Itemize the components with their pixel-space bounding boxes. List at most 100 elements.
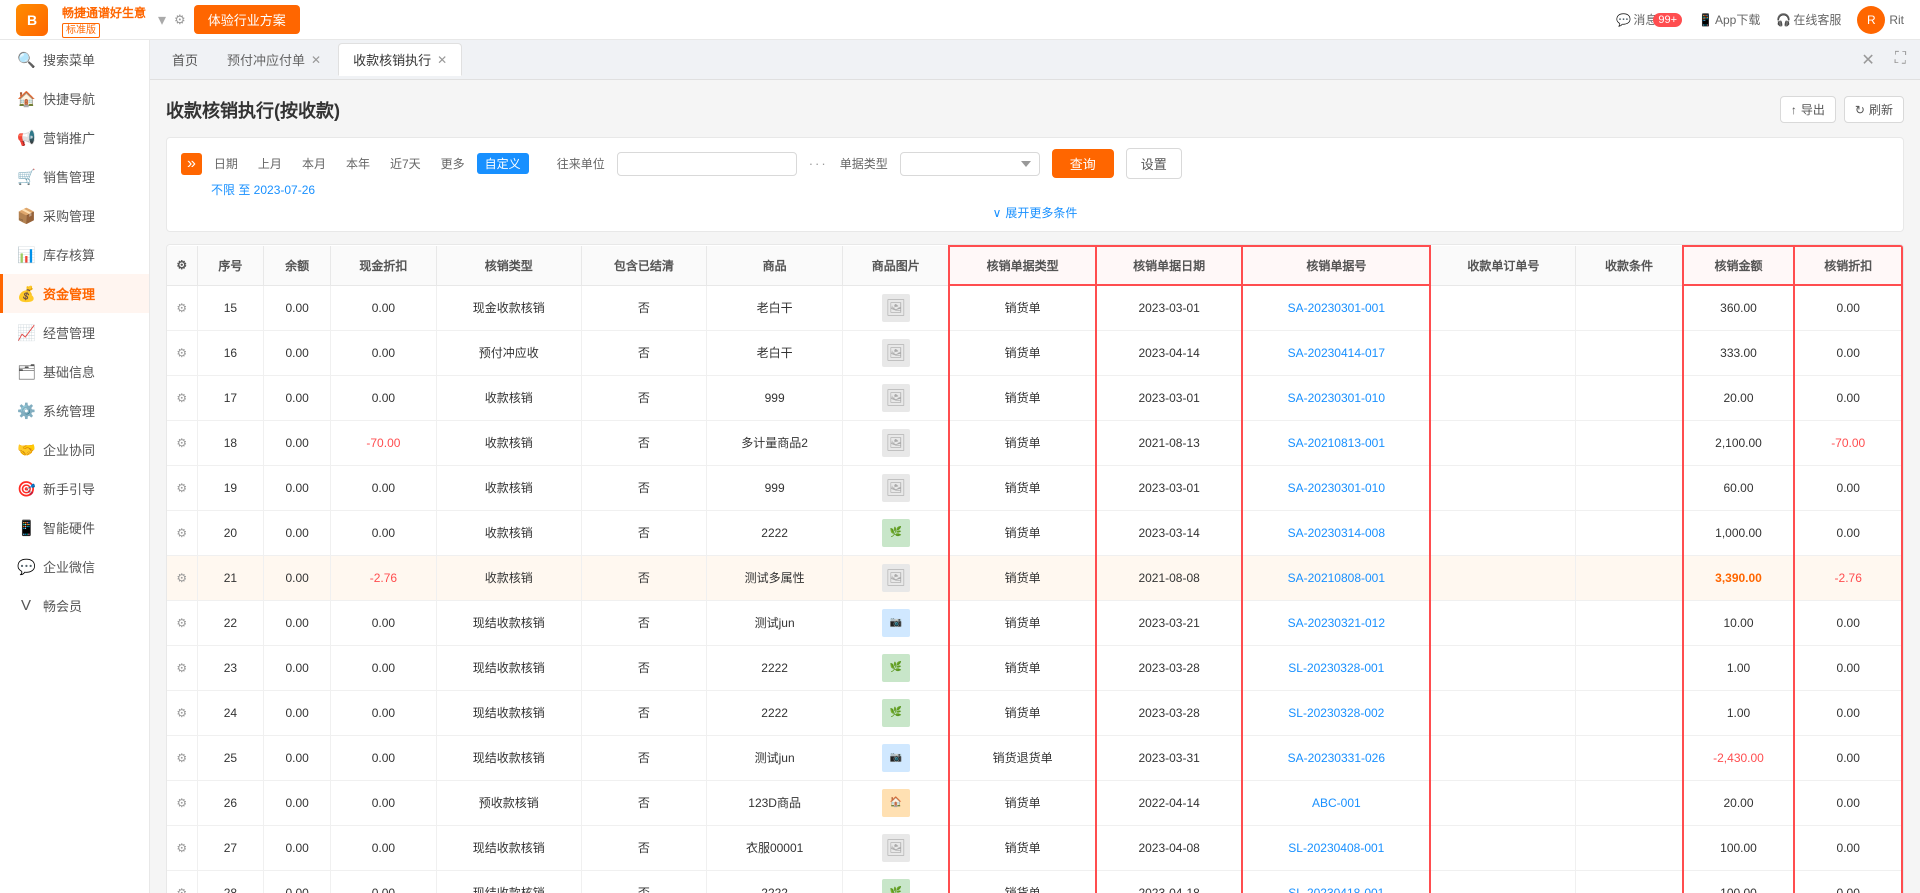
doc-no-link[interactable]: SL-20230418-001 <box>1288 886 1384 893</box>
sidebar-item-search[interactable]: 🔍搜索菜单 <box>0 40 149 79</box>
avatar: R <box>1857 6 1885 34</box>
doc-no-link[interactable]: SL-20230328-002 <box>1288 706 1384 720</box>
industry-btn[interactable]: 体验行业方案 <box>194 5 300 34</box>
td-write-off-discount: 0.00 <box>1794 465 1902 510</box>
row-gear-icon[interactable]: ⚙ <box>176 481 187 495</box>
product-image-green: 🌿 <box>882 654 910 682</box>
app-download-label: App下载 <box>1715 11 1760 28</box>
expand-conditions-btn[interactable]: ∨ 展开更多条件 <box>993 204 1078 221</box>
doc-no-link[interactable]: SA-20230331-026 <box>1288 751 1385 765</box>
row-gear-icon[interactable]: ⚙ <box>176 796 187 810</box>
row-gear-icon[interactable]: ⚙ <box>176 526 187 540</box>
td-write-off-doc-type: 销货单 <box>949 285 1096 330</box>
tab-receivable-close[interactable]: ✕ <box>437 53 447 67</box>
date-btn-more[interactable]: 更多 <box>433 153 473 174</box>
tab-expand-icon[interactable]: ⛶ <box>1889 48 1912 72</box>
td-write-off-type: 收款核销 <box>436 465 581 510</box>
td-product-image: 🌿 <box>843 690 950 735</box>
sidebar-item-basic-info[interactable]: 🗂基础信息 <box>0 352 149 391</box>
doc-no-link[interactable]: SL-20230328-001 <box>1288 661 1384 675</box>
table-row: ⚙ 25 0.00 0.00 现结收款核销 否 测试jun 📷 销货退货单 20… <box>167 735 1902 780</box>
sidebar-item-quick-nav[interactable]: 🏠快捷导航 <box>0 79 149 118</box>
td-num: 15 <box>197 285 264 330</box>
sidebar-item-finance[interactable]: 💰资金管理 <box>0 274 149 313</box>
tab-close-all-icon[interactable]: ✕ <box>1855 48 1880 72</box>
date-btn-last-month[interactable]: 上月 <box>250 153 290 174</box>
sidebar-item-label-member: 畅会员 <box>43 596 82 615</box>
doc-no-link[interactable]: SA-20230414-017 <box>1288 346 1385 360</box>
doc-type-select[interactable] <box>900 152 1040 176</box>
sidebar-item-member[interactable]: V畅会员 <box>0 586 149 625</box>
date-btn-7days[interactable]: 近7天 <box>382 153 429 174</box>
td-write-off-type: 现金收款核销 <box>436 285 581 330</box>
sidebar-item-guide[interactable]: 🎯新手引导 <box>0 469 149 508</box>
doc-no-link[interactable]: SA-20230314-008 <box>1288 526 1385 540</box>
purchase-icon: 📦 <box>17 207 35 225</box>
tab-receivable[interactable]: 收款核销执行 ✕ <box>338 43 462 76</box>
td-write-off-amount: 60.00 <box>1683 465 1795 510</box>
app-logo-icon: B <box>16 4 48 36</box>
doc-no-link[interactable]: SA-20230301-001 <box>1288 301 1385 315</box>
table-header-row: ⚙ 序号 余额 现金折扣 核销类型 包含已结清 商品 商品图片 核销单据类型 核… <box>167 246 1902 285</box>
td-write-off-discount: 0.00 <box>1794 645 1902 690</box>
product-image-placeholder: 🖼 <box>882 339 910 367</box>
td-settings: ⚙ <box>167 825 197 870</box>
td-num: 22 <box>197 600 264 645</box>
td-receipt-order-no <box>1430 510 1576 555</box>
sidebar-item-marketing[interactable]: 📢营销推广 <box>0 118 149 157</box>
counterparty-input[interactable] <box>617 152 797 176</box>
td-receipt-condition <box>1576 825 1683 870</box>
sidebar-item-hardware[interactable]: 📱智能硬件 <box>0 508 149 547</box>
sidebar-item-wechat[interactable]: 💬企业微信 <box>0 547 149 586</box>
td-write-off-doc-type: 销货单 <box>949 645 1096 690</box>
row-gear-icon[interactable]: ⚙ <box>176 661 187 675</box>
doc-no-link[interactable]: SL-20230408-001 <box>1288 841 1384 855</box>
date-btn-this-month[interactable]: 本月 <box>294 153 334 174</box>
td-write-off-doc-no: SA-20210813-001 <box>1242 420 1430 465</box>
user-avatar[interactable]: R Rit <box>1857 6 1904 34</box>
td-write-off-doc-type: 销货单 <box>949 420 1096 465</box>
doc-no-link[interactable]: SA-20210808-001 <box>1288 571 1385 585</box>
settings-button[interactable]: 设置 <box>1126 148 1182 179</box>
row-gear-icon[interactable]: ⚙ <box>176 706 187 720</box>
doc-no-link[interactable]: SA-20230301-010 <box>1288 391 1385 405</box>
sidebar-item-system[interactable]: ⚙️系统管理 <box>0 391 149 430</box>
td-settings: ⚙ <box>167 690 197 735</box>
row-gear-icon[interactable]: ⚙ <box>176 436 187 450</box>
app-download-area[interactable]: 📱 App下载 <box>1698 11 1760 28</box>
filter-dots[interactable]: ··· <box>809 156 828 171</box>
sidebar-item-purchase[interactable]: 📦采购管理 <box>0 196 149 235</box>
doc-no-link[interactable]: SA-20230301-010 <box>1288 481 1385 495</box>
tab-prepay[interactable]: 预付冲应付单 ✕ <box>212 43 336 76</box>
doc-no-link[interactable]: SA-20230321-012 <box>1288 616 1385 630</box>
row-gear-icon[interactable]: ⚙ <box>176 346 187 360</box>
date-btn-this-year[interactable]: 本年 <box>338 153 378 174</box>
row-gear-icon[interactable]: ⚙ <box>176 571 187 585</box>
sidebar-item-inventory[interactable]: 📊库存核算 <box>0 235 149 274</box>
query-button[interactable]: 查询 <box>1052 149 1114 178</box>
settings-icon[interactable]: ⚙ <box>174 12 186 28</box>
sidebar-item-enterprise[interactable]: 🤝企业协同 <box>0 430 149 469</box>
td-write-off-discount: 0.00 <box>1794 690 1902 735</box>
row-gear-icon[interactable]: ⚙ <box>176 616 187 630</box>
online-service-area[interactable]: 🎧 在线客服 <box>1776 11 1841 28</box>
row-gear-icon[interactable]: ⚙ <box>176 886 187 893</box>
row-gear-icon[interactable]: ⚙ <box>176 391 187 405</box>
message-area[interactable]: 💬 消息 99+ <box>1616 11 1682 28</box>
sidebar-item-sales[interactable]: 🛒销售管理 <box>0 157 149 196</box>
tab-prepay-close[interactable]: ✕ <box>311 53 321 67</box>
date-btn-custom[interactable]: 自定义 <box>477 153 529 174</box>
row-gear-icon[interactable]: ⚙ <box>176 301 187 315</box>
row-gear-icon[interactable]: ⚙ <box>176 751 187 765</box>
row-gear-icon[interactable]: ⚙ <box>176 841 187 855</box>
filter-collapse-btn[interactable]: » <box>181 153 202 175</box>
doc-no-link[interactable]: ABC-001 <box>1312 796 1361 810</box>
sidebar-item-operations[interactable]: 📈经营管理 <box>0 313 149 352</box>
export-button[interactable]: ↑ 导出 <box>1780 96 1836 123</box>
td-cash-discount: 0.00 <box>331 735 437 780</box>
doc-no-link[interactable]: SA-20210813-001 <box>1288 436 1385 450</box>
dropdown-icon[interactable]: ▾ <box>158 10 166 30</box>
sidebar-item-label-basic-info: 基础信息 <box>43 362 95 381</box>
refresh-button[interactable]: ↻ 刷新 <box>1844 96 1904 123</box>
tab-home[interactable]: 首页 <box>158 44 212 75</box>
